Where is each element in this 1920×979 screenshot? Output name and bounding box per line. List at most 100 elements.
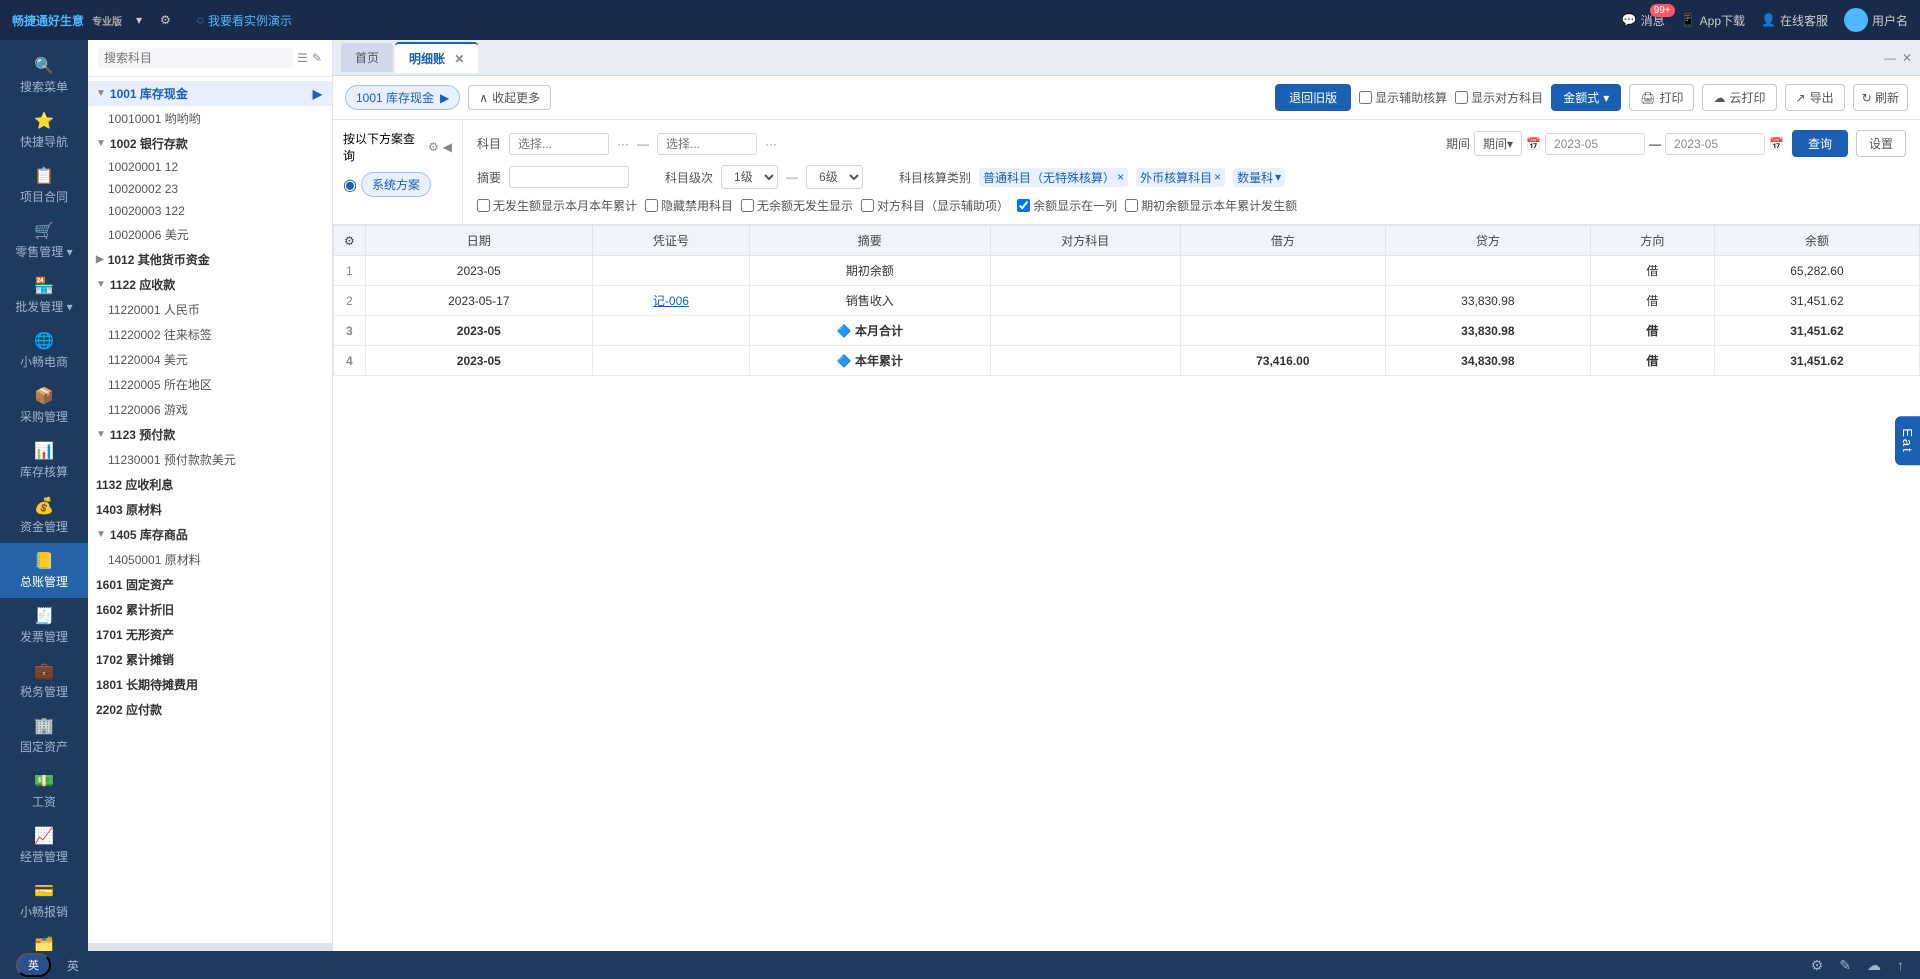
online-service-btn[interactable]: 👤 在线客服 (1761, 12, 1828, 29)
tree-item-10020003[interactable]: 10020003 122 (88, 200, 332, 222)
nav-item-search[interactable]: 🔍 搜索菜单 (0, 48, 88, 103)
nav-item-shortcut[interactable]: ⭐ 快捷导航 (0, 103, 88, 158)
period-mode-btn[interactable]: 期间▾ (1474, 131, 1522, 156)
show-contra-check[interactable]: 显示对方科目 (1455, 89, 1543, 106)
nav-item-wholesale[interactable]: 🏪 批发管理 ▾ (0, 268, 88, 323)
tree-item-1702[interactable]: 1702 累计摊销 (88, 647, 332, 672)
level-from-select[interactable]: 1级2级3级 (721, 165, 778, 189)
check-opening[interactable]: 期初余额显示本年累计发生额 (1125, 197, 1297, 214)
subject-to-input[interactable] (657, 133, 757, 155)
status-icon-lang-extra[interactable]: 英 (67, 957, 79, 974)
check-no-balance[interactable]: 无发生额显示本月本年累计 (477, 197, 637, 214)
status-icon-1[interactable]: ⚙ (1811, 957, 1824, 974)
tree-item-11220005[interactable]: 11220005 所在地区 (88, 372, 332, 397)
subject-from-input[interactable] (509, 133, 609, 155)
check-hide-disabled[interactable]: 隐藏禁用科目 (645, 197, 733, 214)
voucher-link[interactable]: 记-006 (653, 294, 689, 308)
tree-item-1001[interactable]: ▼ 1001 库存现金 ▶ (88, 81, 332, 106)
nav-item-retail[interactable]: 🛒 零售管理 ▾ (0, 213, 88, 268)
tag-quantity-dropdown[interactable]: ▾ (1275, 170, 1281, 184)
nav-item-salary[interactable]: 💵 工资 (0, 763, 88, 818)
style-btn[interactable]: 金额式 ▾ (1551, 84, 1621, 111)
tree-item-10010001[interactable]: 10010001 哟哟哟 (88, 106, 332, 131)
period-from-input[interactable] (1545, 133, 1645, 155)
edit-icon[interactable]: ✎ (312, 51, 322, 65)
tree-item-11220002[interactable]: 11220002 往来标签 (88, 322, 332, 347)
tab-home[interactable]: 首页 (341, 43, 393, 72)
tree-item-1601[interactable]: 1601 固定资产 (88, 572, 332, 597)
status-icon-4[interactable]: ↑ (1897, 957, 1904, 973)
tree-item-1123[interactable]: ▼ 1123 预付款 (88, 422, 332, 447)
tree-item-1002[interactable]: ▼ 1002 银行存款 (88, 131, 332, 156)
tag-ordinary[interactable]: 普通科目（无特殊核算） × (979, 168, 1128, 187)
nav-item-ecommerce[interactable]: 🌐 小畅电商 (0, 323, 88, 378)
tree-item-1132[interactable]: 1132 应收利息 (88, 472, 332, 497)
period-to-input[interactable] (1665, 133, 1765, 155)
tab-minimize-icon[interactable]: — (1884, 51, 1896, 65)
tree-item-1405[interactable]: ▼ 1405 库存商品 (88, 522, 332, 547)
filter-arrow-icon[interactable]: ◀ (443, 140, 452, 154)
tree-scrollbar[interactable] (88, 943, 332, 951)
tree-item-1403[interactable]: 1403 原材料 (88, 497, 332, 522)
nav-item-finance[interactable]: 💰 资金管理 (0, 488, 88, 543)
tree-item-14050001[interactable]: 14050001 原材料 (88, 547, 332, 572)
th-settings[interactable]: ⚙ (334, 226, 366, 256)
level-to-select[interactable]: 6级1级2级 (806, 165, 863, 189)
tree-item-11220004[interactable]: 11220004 美元 (88, 347, 332, 372)
cloud-print-btn[interactable]: ☁ 云打印 (1702, 84, 1776, 111)
tree-item-10020006[interactable]: 10020006 美元 (88, 222, 332, 247)
account-tag-arrow[interactable]: ▶ (440, 91, 449, 105)
demo-link[interactable]: ◌ 我要看实例演示 (197, 12, 292, 29)
right-edge-btn[interactable]: Eat (1895, 416, 1920, 466)
message-btn[interactable]: 💬 消息 99+ (1622, 12, 1665, 29)
tree-nav-icon[interactable]: ▶ (313, 87, 322, 101)
nav-item-inventory[interactable]: 📊 库存核算 (0, 433, 88, 488)
return-old-btn[interactable]: 退回旧版 (1275, 84, 1351, 111)
tab-close-icon[interactable]: ✕ (1902, 51, 1912, 65)
period-calendar-icon1[interactable]: 📅 (1526, 137, 1541, 151)
refresh-btn[interactable]: ↻ 刷新 (1853, 84, 1908, 111)
account-search-input[interactable] (98, 48, 293, 68)
check-contra[interactable]: 对方科目（显示辅助项） (861, 197, 1009, 214)
nav-item-operations[interactable]: 📈 经营管理 (0, 818, 88, 873)
status-icon-2[interactable]: ✎ (1839, 957, 1851, 974)
tree-item-1701[interactable]: 1701 无形资产 (88, 622, 332, 647)
topbar-gear-icon[interactable]: ⚙ (160, 13, 171, 27)
summary-input[interactable] (509, 166, 629, 188)
settings-btn[interactable]: 设置 (1856, 130, 1906, 157)
lang-btn[interactable]: 英 (16, 953, 51, 977)
status-icon-3[interactable]: ☁ (1867, 957, 1881, 974)
export-btn[interactable]: ↗ 导出 (1785, 84, 1845, 111)
tree-item-11220001[interactable]: 11220001 人民币 (88, 297, 332, 322)
nav-item-ledger[interactable]: 📒 总账管理 (0, 543, 88, 598)
nav-item-base[interactable]: 🗂️ 基础信息 (0, 928, 88, 951)
tree-item-10020002[interactable]: 10020002 23 (88, 178, 332, 200)
nav-item-assets[interactable]: 🏢 固定资产 (0, 708, 88, 763)
period-calendar-icon2[interactable]: 📅 (1769, 137, 1784, 151)
tree-item-1602[interactable]: 1602 累计折旧 (88, 597, 332, 622)
tree-item-2202[interactable]: 2202 应付款 (88, 697, 332, 722)
system-scheme-btn[interactable]: 系统方案 (361, 172, 431, 197)
print-btn[interactable]: 🖨 打印 (1629, 84, 1694, 111)
filter-settings-icon[interactable]: ⚙ (428, 140, 439, 154)
check-no-amount[interactable]: 无余额无发生显示 (741, 197, 853, 214)
tree-item-11220006[interactable]: 11220006 游戏 (88, 397, 332, 422)
tag-quantity[interactable]: 数量科 ▾ (1233, 168, 1285, 187)
tree-item-11230001[interactable]: 11230001 预付款款美元 (88, 447, 332, 472)
app-download-btn[interactable]: 📱 App下载 (1681, 12, 1745, 29)
td-voucher[interactable]: 记-006 (592, 286, 749, 316)
tree-item-1012[interactable]: ▶ 1012 其他货币资金 (88, 247, 332, 272)
list-icon[interactable]: ☰ (297, 51, 308, 65)
tree-item-10020001[interactable]: 10020001 12 (88, 156, 332, 178)
tag-foreign-close[interactable]: × (1214, 170, 1221, 184)
tag-foreign[interactable]: 外币核算科目 × (1136, 168, 1225, 187)
tree-item-1122[interactable]: ▼ 1122 应收款 (88, 272, 332, 297)
tag-ordinary-close[interactable]: × (1117, 170, 1124, 184)
nav-item-expense[interactable]: 💳 小畅报销 (0, 873, 88, 928)
nav-item-project[interactable]: 📋 项目合同 (0, 158, 88, 213)
query-btn[interactable]: 查询 (1792, 130, 1848, 157)
app-dropdown[interactable]: ▾ (136, 13, 142, 27)
user-avatar[interactable]: 用户名 (1844, 8, 1908, 32)
show-aux-check[interactable]: 显示辅助核算 (1359, 89, 1447, 106)
nav-item-invoice[interactable]: 🧾 发票管理 (0, 598, 88, 653)
